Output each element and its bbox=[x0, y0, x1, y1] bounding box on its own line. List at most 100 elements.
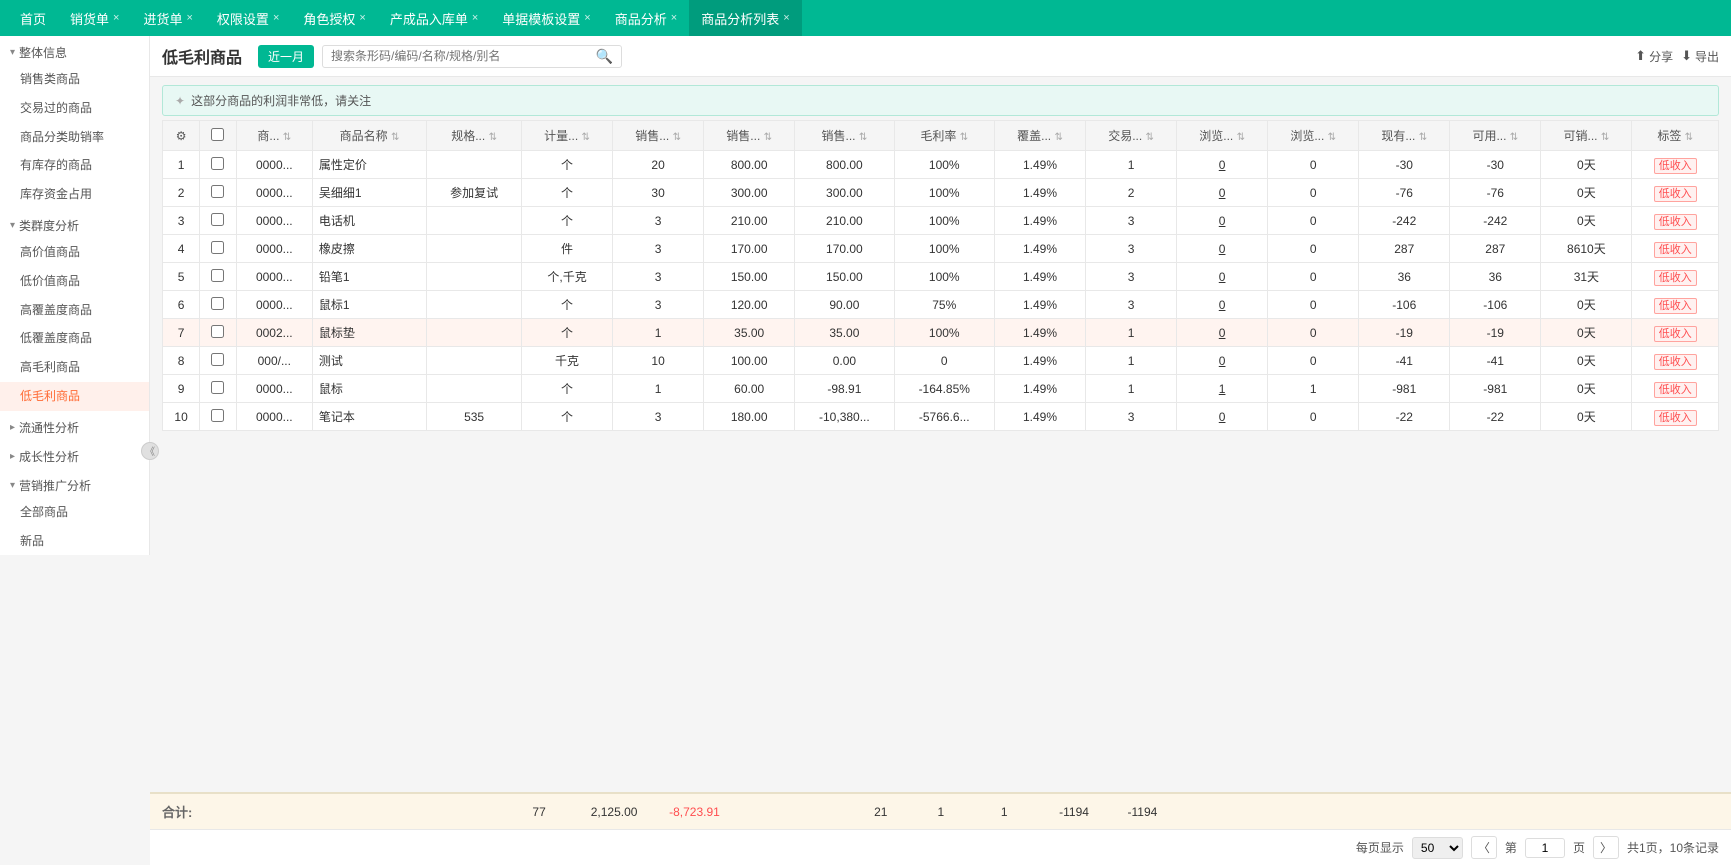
nav-home[interactable]: 首页 bbox=[8, 0, 58, 36]
cell-view1[interactable]: 0 bbox=[1177, 151, 1268, 179]
row-checkbox[interactable] bbox=[211, 381, 224, 394]
select-all-checkbox[interactable] bbox=[211, 128, 224, 141]
col-sales-qty[interactable]: 销售... ⇅ bbox=[613, 121, 704, 151]
cell-checkbox[interactable] bbox=[200, 291, 237, 319]
col-tag[interactable]: 标签 ⇅ bbox=[1632, 121, 1719, 151]
cell-view1[interactable]: 0 bbox=[1177, 291, 1268, 319]
cell-view1[interactable]: 0 bbox=[1177, 179, 1268, 207]
sidebar-collapse-button[interactable]: 《 bbox=[141, 442, 159, 460]
row-checkbox[interactable] bbox=[211, 297, 224, 310]
sidebar-item-high-value[interactable]: 高价值商品 bbox=[0, 238, 149, 267]
sidebar-item-high-coverage[interactable]: 高覆盖度商品 bbox=[0, 296, 149, 325]
next-page-button[interactable]: 〉 bbox=[1593, 836, 1619, 859]
nav-role-auth[interactable]: 角色授权 × bbox=[291, 0, 377, 36]
cell-view1[interactable]: 0 bbox=[1177, 263, 1268, 291]
sidebar-item-all-products[interactable]: 全部商品 bbox=[0, 498, 149, 527]
cell-checkbox[interactable] bbox=[200, 207, 237, 235]
col-name[interactable]: 商品名称 ⇅ bbox=[312, 121, 426, 151]
row-checkbox[interactable] bbox=[211, 353, 224, 366]
col-view2[interactable]: 浏览... ⇅ bbox=[1268, 121, 1359, 151]
nav-sales-order[interactable]: 销货单 × bbox=[58, 0, 131, 36]
nav-product-analysis[interactable]: 商品分析 × bbox=[603, 0, 689, 36]
row-checkbox[interactable] bbox=[211, 213, 224, 226]
row-checkbox[interactable] bbox=[211, 185, 224, 198]
nav-purchase-order[interactable]: 进货单 × bbox=[131, 0, 204, 36]
nav-permission-settings[interactable]: 权限设置 × bbox=[205, 0, 291, 36]
date-filter-button[interactable]: 近一月 bbox=[258, 45, 314, 68]
sidebar-item-in-stock[interactable]: 有库存的商品 bbox=[0, 151, 149, 180]
col-available[interactable]: 可用... ⇅ bbox=[1450, 121, 1541, 151]
sidebar-group-overview[interactable]: ▾ 整体信息 bbox=[0, 36, 149, 65]
sidebar-item-low-value[interactable]: 低价值商品 bbox=[0, 267, 149, 296]
sidebar-item-low-margin[interactable]: 低毛利商品 bbox=[0, 382, 149, 411]
nav-close-icon[interactable]: × bbox=[783, 12, 789, 24]
row-checkbox[interactable] bbox=[211, 409, 224, 422]
nav-close-icon[interactable]: × bbox=[113, 12, 119, 24]
cell-view1[interactable]: 0 bbox=[1177, 319, 1268, 347]
nav-close-icon[interactable]: × bbox=[186, 12, 192, 24]
col-view1[interactable]: 浏览... ⇅ bbox=[1177, 121, 1268, 151]
nav-product-analysis-list[interactable]: 商品分析列表 × bbox=[689, 0, 801, 36]
cell-checkbox[interactable] bbox=[200, 319, 237, 347]
cell-view1[interactable]: 0 bbox=[1177, 403, 1268, 431]
cell-checkbox[interactable] bbox=[200, 375, 237, 403]
cell-view2: 0 bbox=[1268, 347, 1359, 375]
cell-checkbox[interactable] bbox=[200, 235, 237, 263]
nav-close-icon[interactable]: × bbox=[273, 12, 279, 24]
row-checkbox[interactable] bbox=[211, 325, 224, 338]
cell-view1[interactable]: 0 bbox=[1177, 207, 1268, 235]
cell-view1[interactable]: 0 bbox=[1177, 235, 1268, 263]
cell-view2: 0 bbox=[1268, 319, 1359, 347]
cell-checkbox[interactable] bbox=[200, 263, 237, 291]
sidebar-group-growth[interactable]: ▸ 成长性分析 bbox=[0, 440, 149, 469]
cell-view1[interactable]: 0 bbox=[1177, 347, 1268, 375]
col-spec[interactable]: 规格... ⇅ bbox=[427, 121, 522, 151]
cell-checkbox[interactable] bbox=[200, 347, 237, 375]
col-gross-margin[interactable]: 毛利率 ⇅ bbox=[894, 121, 994, 151]
nav-close-icon[interactable]: × bbox=[472, 12, 478, 24]
export-button[interactable]: ⬇ 导出 bbox=[1681, 48, 1719, 65]
cell-view2: 0 bbox=[1268, 403, 1359, 431]
sidebar-item-stock-capital[interactable]: 库存资金占用 bbox=[0, 180, 149, 209]
nav-close-icon[interactable]: × bbox=[671, 12, 677, 24]
share-button[interactable]: ⬆ 分享 bbox=[1635, 48, 1673, 65]
row-checkbox[interactable] bbox=[211, 269, 224, 282]
sidebar-item-traded-products[interactable]: 交易过的商品 bbox=[0, 94, 149, 123]
row-checkbox[interactable] bbox=[211, 157, 224, 170]
col-current-stock[interactable]: 现有... ⇅ bbox=[1359, 121, 1450, 151]
sidebar-item-low-coverage[interactable]: 低覆盖度商品 bbox=[0, 324, 149, 353]
cell-code: 0000... bbox=[236, 375, 312, 403]
col-sales-price[interactable]: 销售... ⇅ bbox=[704, 121, 795, 151]
nav-close-icon[interactable]: × bbox=[359, 12, 365, 24]
cell-view1[interactable]: 1 bbox=[1177, 375, 1268, 403]
sidebar-item-category-sales-rate[interactable]: 商品分类助销率 bbox=[0, 123, 149, 152]
notice-bar: ✦ 这部分商品的利润非常低，请关注 bbox=[162, 85, 1719, 116]
nav-product-entry[interactable]: 产成品入库单 × bbox=[378, 0, 490, 36]
row-checkbox[interactable] bbox=[211, 241, 224, 254]
sidebar-group-marketing[interactable]: ▾ 营销推广分析 bbox=[0, 469, 149, 498]
sidebar-group-liquidity[interactable]: ▸ 流通性分析 bbox=[0, 411, 149, 440]
col-sales-profit[interactable]: 销售... ⇅ bbox=[795, 121, 894, 151]
page-number-input[interactable] bbox=[1525, 838, 1565, 858]
table-row: 6 0000... 鼠标1 个 3 120.00 90.00 75% 1.49%… bbox=[163, 291, 1719, 319]
cell-checkbox[interactable] bbox=[200, 179, 237, 207]
col-checkbox[interactable] bbox=[200, 121, 237, 151]
nav-template-settings[interactable]: 单据模板设置 × bbox=[490, 0, 602, 36]
search-input[interactable] bbox=[331, 49, 596, 63]
prev-page-button[interactable]: 〈 bbox=[1471, 836, 1497, 859]
sidebar-item-high-margin[interactable]: 高毛利商品 bbox=[0, 353, 149, 382]
per-page-select[interactable]: 50 20 100 bbox=[1412, 837, 1463, 859]
sidebar-item-sales-products[interactable]: 销售类商品 bbox=[0, 65, 149, 94]
cell-saleable: 8610天 bbox=[1541, 235, 1632, 263]
col-coverage[interactable]: 覆盖... ⇅ bbox=[994, 121, 1085, 151]
cell-checkbox[interactable] bbox=[200, 403, 237, 431]
col-transaction[interactable]: 交易... ⇅ bbox=[1086, 121, 1177, 151]
sidebar-group-cluster[interactable]: ▾ 类群度分析 bbox=[0, 209, 149, 238]
col-saleable[interactable]: 可销... ⇅ bbox=[1541, 121, 1632, 151]
col-unit[interactable]: 计量... ⇅ bbox=[522, 121, 613, 151]
sidebar-item-new-products[interactable]: 新品 bbox=[0, 527, 149, 556]
cell-checkbox[interactable] bbox=[200, 151, 237, 179]
col-code[interactable]: 商... ⇅ bbox=[236, 121, 312, 151]
col-settings[interactable]: ⚙ bbox=[163, 121, 200, 151]
nav-close-icon[interactable]: × bbox=[584, 12, 590, 24]
